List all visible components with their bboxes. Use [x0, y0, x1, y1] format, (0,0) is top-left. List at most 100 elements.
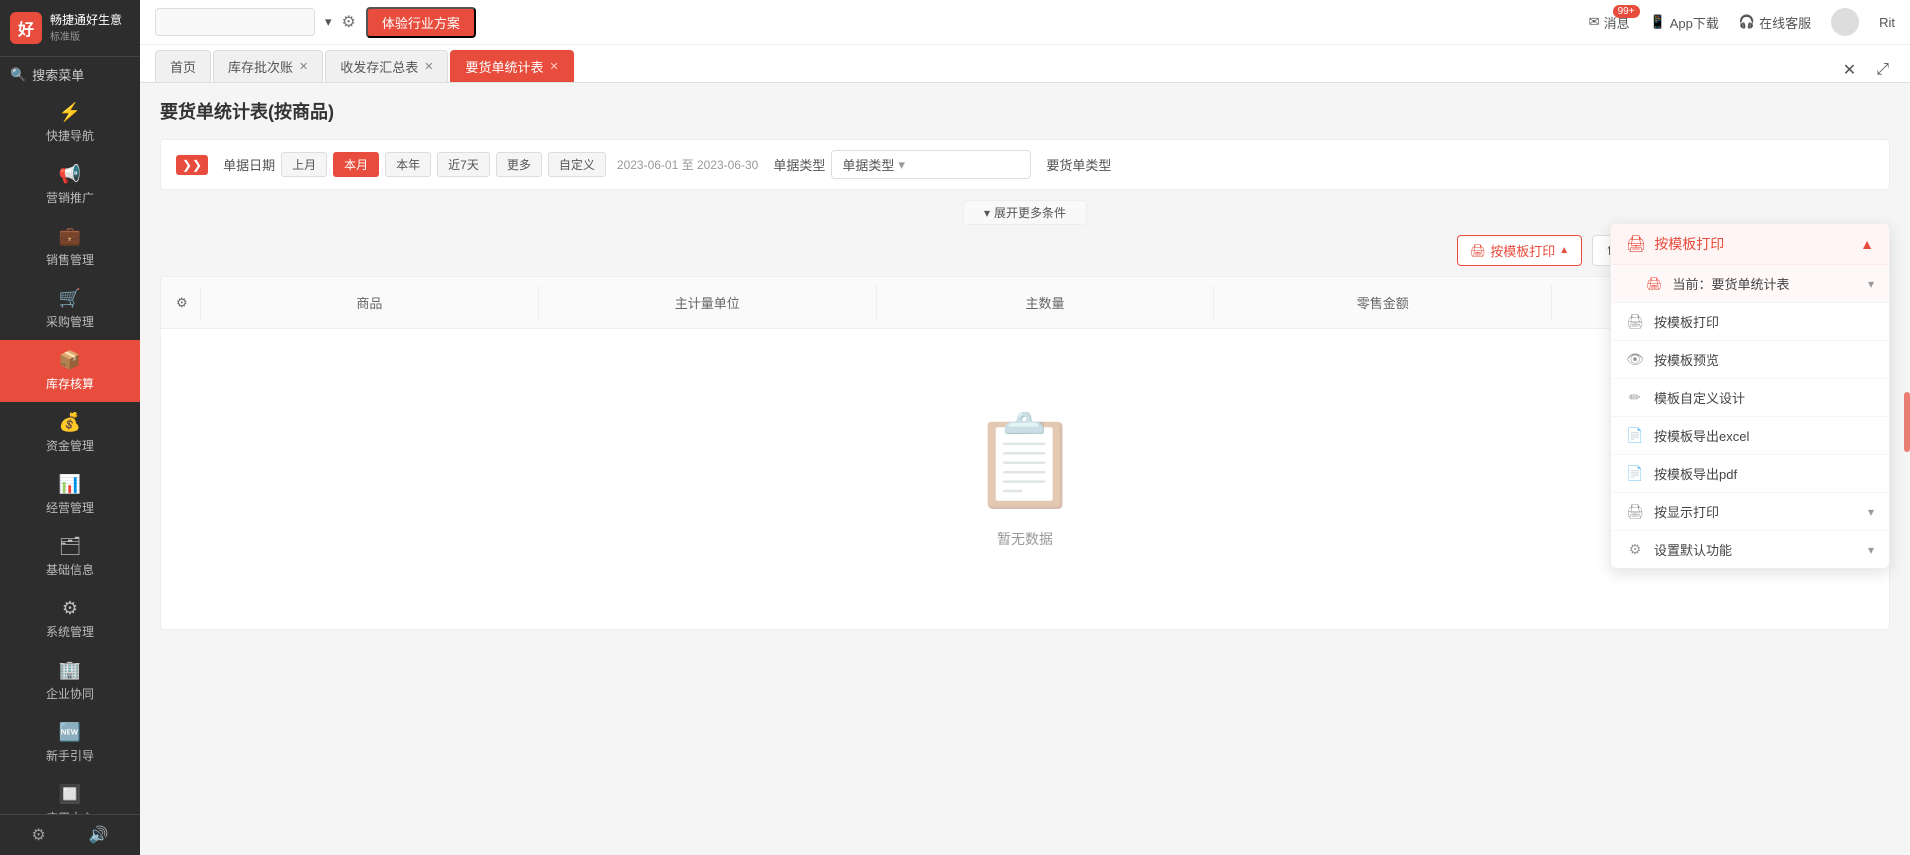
tab-batch-account[interactable]: 库存批次账 ✕	[213, 50, 323, 82]
avatar[interactable]	[1831, 8, 1859, 36]
username-label[interactable]: Rit	[1879, 15, 1895, 30]
topbar-gear-icon[interactable]: ⚙	[342, 12, 356, 32]
topbar-search-input[interactable]	[155, 8, 315, 36]
settings-bottom-icon[interactable]: ⚙	[31, 825, 45, 845]
dropdown-current-template[interactable]: 🖨 当前：要货单统计表 ▾	[1611, 265, 1889, 303]
date-range-display: 2023-06-01 至 2023-06-30	[617, 156, 758, 173]
expand-more-btn[interactable]: ▾ 展开更多条件	[963, 200, 1087, 225]
sidebar-item-label: 系统管理	[46, 623, 94, 640]
phone-icon: 📱	[1650, 14, 1666, 30]
dropdown-template-pdf[interactable]: 📄 按模板导出pdf	[1611, 455, 1889, 493]
tab-order-stats-label: 要货单统计表	[465, 57, 543, 76]
th-goods: 商品	[201, 285, 539, 320]
set-default-label: 设置默认功能	[1654, 540, 1732, 559]
sidebar-item-finance[interactable]: 💰 资金管理	[0, 402, 140, 464]
date-filter-more[interactable]: 更多	[496, 152, 542, 177]
dropdown-template-print[interactable]: 🖨 按模板打印	[1611, 303, 1889, 341]
page-content: 要货单统计表(按商品) ❯❯ 单据日期 上月 本月 本年 近7天 更多 自定义 …	[140, 83, 1910, 855]
date-filter-current-year[interactable]: 本年	[385, 152, 431, 177]
expand-down-icon: ▾	[984, 206, 990, 220]
template-pdf-label: 按模板导出pdf	[1654, 464, 1737, 483]
sidebar-item-label: 营销推广	[46, 189, 94, 206]
print-template-btn[interactable]: 🖨 按模板打印 ▲	[1457, 235, 1582, 266]
dropdown-set-default[interactable]: ⚙ 设置默认功能 ▾	[1611, 531, 1889, 568]
search-icon: 🔍	[10, 67, 26, 83]
main-area: ▾ ⚙ 体验行业方案 ✉ 消息 99+ 📱 App下载 🎧 在线客服 Rit	[140, 0, 1910, 855]
sidebar-search-label: 搜索菜单	[32, 65, 84, 84]
page-title: 要货单统计表(按商品)	[160, 98, 1890, 124]
sidebar-search[interactable]: 🔍 搜索菜单	[0, 57, 140, 92]
sidebar-item-inventory[interactable]: 📦 库存核算	[0, 340, 140, 402]
dropdown-collapse-icon: ▲	[1860, 236, 1874, 252]
app-name: 畅捷通好生意	[50, 13, 122, 29]
speaker-bottom-icon[interactable]: 🔊	[89, 825, 109, 845]
date-filter-prev-month[interactable]: 上月	[281, 152, 327, 177]
sidebar-item-apps[interactable]: 🔲 应用中心	[0, 774, 140, 814]
tabs-bar: 首页 库存批次账 ✕ 收发存汇总表 ✕ 要货单统计表 ✕ ✕ ⤢	[140, 45, 1910, 83]
sidebar-item-system[interactable]: ⚙ 系统管理	[0, 588, 140, 650]
date-filter-7days[interactable]: 近7天	[437, 152, 490, 177]
display-print-icon: 🖨	[1626, 503, 1644, 520]
message-icon: ✉	[1589, 14, 1600, 30]
tab-receipts-summary-close[interactable]: ✕	[424, 60, 433, 73]
tab-order-stats-close[interactable]: ✕	[550, 60, 559, 73]
promo-button[interactable]: 体验行业方案	[366, 7, 476, 38]
tab-home[interactable]: 首页	[155, 50, 211, 82]
sidebar-item-guide[interactable]: 🆕 新手引导	[0, 712, 140, 774]
close-window-button[interactable]: ✕	[1837, 58, 1862, 82]
online-service-label: 在线客服	[1759, 13, 1811, 32]
filter-bar: ❯❯ 单据日期 上月 本月 本年 近7天 更多 自定义 2023-06-01 至…	[160, 139, 1890, 190]
expand-window-button[interactable]: ⤢	[1870, 59, 1895, 81]
type-filter-dropdown[interactable]: 单据类型 ▾	[831, 150, 1031, 179]
tab-batch-account-label: 库存批次账	[228, 57, 293, 76]
topbar: ▾ ⚙ 体验行业方案 ✉ 消息 99+ 📱 App下载 🎧 在线客服 Rit	[140, 0, 1910, 45]
sidebar-item-enterprise[interactable]: 🏢 企业协同	[0, 650, 140, 712]
sidebar-item-operations[interactable]: 📊 经营管理	[0, 464, 140, 526]
tab-order-stats[interactable]: 要货单统计表 ✕	[450, 50, 573, 82]
sidebar-item-base[interactable]: 🗂 基础信息	[0, 526, 140, 588]
apps-icon: 🔲	[59, 784, 81, 805]
tab-receipts-summary[interactable]: 收发存汇总表 ✕	[325, 50, 448, 82]
dropdown-template-excel[interactable]: 📄 按模板导出excel	[1611, 417, 1889, 455]
expand-icon[interactable]: ❯❯	[176, 155, 208, 175]
th-settings[interactable]: ⚙	[161, 287, 201, 319]
print-chevron-icon: ▲	[1559, 245, 1569, 256]
print-dropdown-menu: 🖨 按模板打印 ▲ 🖨 当前：要货单统计表 ▾ 🖨 按模板打印 👁 按模板预览	[1610, 223, 1890, 569]
sidebar-item-sales[interactable]: 💼 销售管理	[0, 216, 140, 278]
sidebar-item-purchase[interactable]: 🛒 采购管理	[0, 278, 140, 340]
date-filter-custom[interactable]: 自定义	[548, 152, 606, 177]
messages-button[interactable]: ✉ 消息 99+	[1589, 13, 1630, 32]
dropdown-arrow-icon: ▾	[898, 157, 905, 173]
sidebar-item-label: 销售管理	[46, 251, 94, 268]
template-design-label: 模板自定义设计	[1654, 388, 1745, 407]
dropdown-header-label: 按模板打印	[1654, 234, 1724, 254]
scrollbar-thumb[interactable]	[1904, 392, 1910, 452]
expand-bar: ▾ 展开更多条件	[160, 200, 1890, 225]
dropdown-display-print[interactable]: 🖨 按显示打印 ▾	[1611, 493, 1889, 531]
tab-batch-account-close[interactable]: ✕	[299, 60, 308, 73]
dropdown-header-left: 🖨 按模板打印	[1626, 234, 1724, 254]
purchase-icon: 🛒	[59, 288, 81, 309]
template-excel-label: 按模板导出excel	[1654, 426, 1749, 445]
template-print-label: 按模板打印	[1654, 312, 1719, 331]
dropdown-header[interactable]: 🖨 按模板打印 ▲	[1611, 224, 1889, 265]
dropdown-template-design[interactable]: ✏ 模板自定义设计	[1611, 379, 1889, 417]
topbar-dropdown-btn[interactable]: ▾	[325, 14, 332, 30]
template-design-icon: ✏	[1626, 389, 1644, 406]
sidebar: 好 畅捷通好生意 标准版 🔍 搜索菜单 ⚡ 快捷导航 📢 营销推广 💼 销售管理…	[0, 0, 140, 855]
app-edition: 标准版	[50, 28, 122, 43]
date-filter-label: 单据日期	[223, 155, 275, 174]
app-logo-icon: 好	[10, 12, 42, 44]
app-download-button[interactable]: 📱 App下载	[1650, 13, 1719, 32]
date-filter-current-month[interactable]: 本月	[333, 152, 379, 177]
expand-more-label: 展开更多条件	[994, 204, 1066, 221]
order-type-filter-section: 要货单类型	[1046, 155, 1111, 174]
sidebar-item-label: 企业协同	[46, 685, 94, 702]
type-filter-label: 单据类型	[773, 155, 825, 174]
online-service-button[interactable]: 🎧 在线客服	[1739, 13, 1811, 32]
sidebar-item-marketing[interactable]: 📢 营销推广	[0, 154, 140, 216]
app-download-label: App下载	[1670, 13, 1719, 32]
display-print-arrow: ▾	[1868, 505, 1874, 519]
sidebar-item-quick-nav[interactable]: ⚡ 快捷导航	[0, 92, 140, 154]
dropdown-template-preview[interactable]: 👁 按模板预览	[1611, 341, 1889, 379]
